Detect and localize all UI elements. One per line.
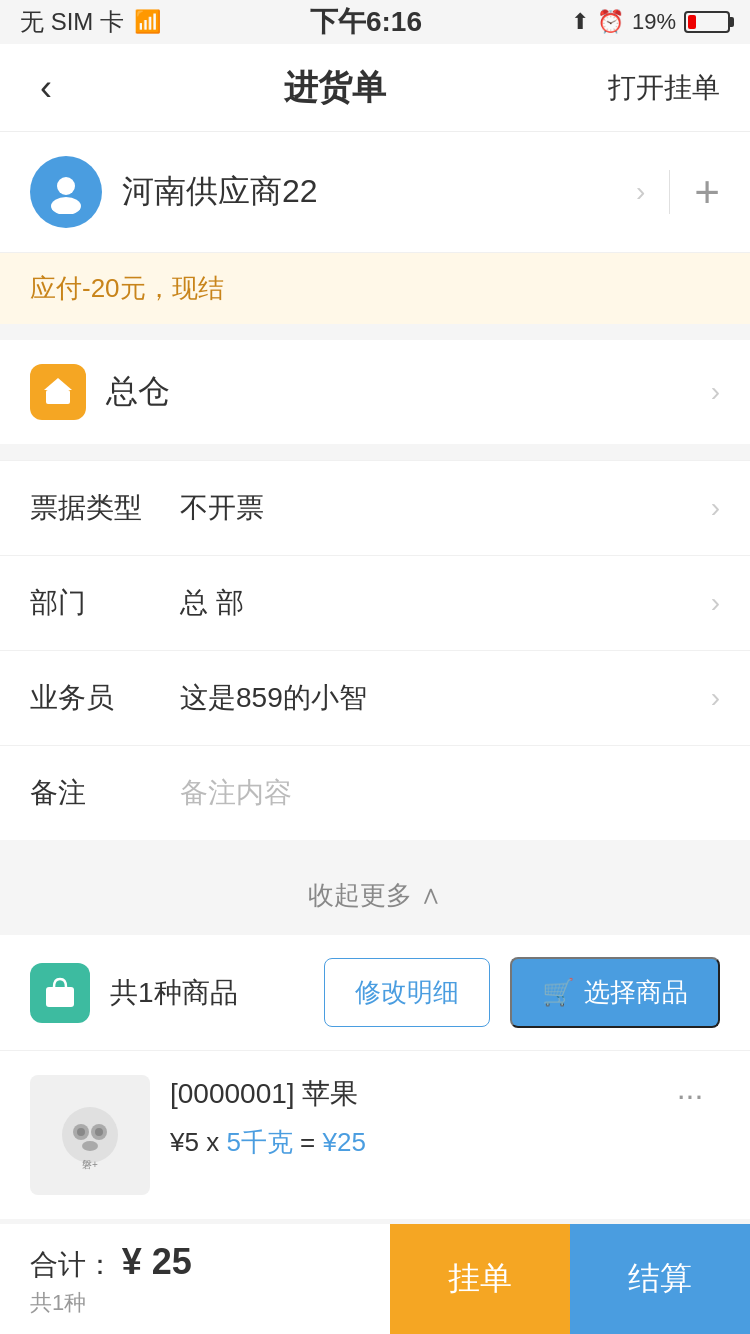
nav-bar: ‹ 进货单 打开挂单	[0, 44, 750, 132]
svg-point-5	[62, 1107, 118, 1163]
svg-point-9	[95, 1128, 103, 1136]
remark-row[interactable]: 备注 备注内容	[0, 745, 750, 840]
svg-point-10	[82, 1141, 98, 1151]
status-time: 下午6:16	[310, 3, 422, 41]
svg-point-1	[51, 197, 81, 214]
warehouse-row[interactable]: 总仓 ›	[0, 340, 750, 444]
department-label: 部门	[30, 584, 170, 622]
product-count: 共1种商品	[110, 974, 304, 1012]
salesman-value: 这是859的小智	[170, 679, 711, 717]
main-content: 河南供应商22 › + 应付-20元，现结 总仓 › 票据类型 不开票 ›	[0, 132, 750, 1334]
svg-text:磐+: 磐+	[82, 1159, 98, 1170]
page-title: 进货单	[284, 65, 386, 111]
product-header: 共1种商品 修改明细 🛒 选择商品	[0, 935, 750, 1050]
total-amount: ¥ 25	[122, 1241, 192, 1282]
svg-rect-4	[46, 987, 74, 1007]
department-value: 总 部	[170, 584, 711, 622]
item-count: 共1种	[30, 1288, 360, 1318]
product-info: [0000001] 苹果 ¥5 x 5千克 = ¥25	[170, 1075, 640, 1160]
invoice-row[interactable]: 票据类型 不开票 ›	[0, 460, 750, 555]
status-right: ⬆ ⏰ 19%	[571, 9, 730, 35]
invoice-value: 不开票	[170, 489, 711, 527]
collapse-bar[interactable]: 收起更多 ∧	[0, 856, 750, 935]
salesman-row[interactable]: 业务员 这是859的小智 ›	[0, 650, 750, 745]
product-card: 共1种商品 修改明细 🛒 选择商品 磐+	[0, 935, 750, 1219]
product-more-button[interactable]: ···	[660, 1075, 720, 1115]
select-product-label: 选择商品	[584, 975, 688, 1010]
supplier-name: 河南供应商22	[122, 170, 636, 214]
location-icon: ⬆	[571, 9, 589, 35]
status-bar: 无 SIM 卡 📶 下午6:16 ⬆ ⏰ 19%	[0, 0, 750, 44]
remark-label: 备注	[30, 774, 170, 812]
hang-button[interactable]: 挂单	[390, 1224, 570, 1334]
supplier-row[interactable]: 河南供应商22 › +	[0, 132, 750, 253]
bottom-bar: 合计： ¥ 25 共1种 挂单 结算	[0, 1224, 750, 1334]
status-left: 无 SIM 卡 📶	[20, 6, 161, 38]
warehouse-svg	[42, 376, 74, 408]
form-card: 票据类型 不开票 › 部门 总 部 › 业务员 这是859的小智 › 备注 备注…	[0, 460, 750, 840]
select-product-button[interactable]: 🛒 选择商品	[510, 957, 720, 1028]
open-hang-button[interactable]: 打开挂单	[608, 69, 720, 107]
chevron-right-icon: ›	[711, 376, 720, 408]
chevron-right-icon: ›	[636, 176, 645, 208]
warehouse-card[interactable]: 总仓 ›	[0, 340, 750, 444]
divider	[669, 170, 670, 214]
user-icon	[44, 170, 88, 214]
chevron-right-icon: ›	[711, 587, 720, 619]
svg-point-8	[77, 1128, 85, 1136]
supplier-card: 河南供应商22 › + 应付-20元，现结	[0, 132, 750, 324]
owl-logo: 磐+	[55, 1100, 125, 1170]
select-cart-icon: 🛒	[542, 977, 574, 1008]
supplier-avatar	[30, 156, 102, 228]
salesman-label: 业务员	[30, 679, 170, 717]
wifi-icon: 📶	[134, 9, 161, 35]
remark-input[interactable]: 备注内容	[170, 774, 720, 812]
add-supplier-button[interactable]: +	[694, 170, 720, 214]
checkout-button[interactable]: 结算	[570, 1224, 750, 1334]
product-name: [0000001] 苹果	[170, 1075, 640, 1113]
modify-detail-button[interactable]: 修改明细	[324, 958, 490, 1027]
svg-marker-3	[44, 378, 72, 390]
notice-bar: 应付-20元，现结	[0, 253, 750, 324]
total-label: 合计： ¥ 25	[30, 1241, 360, 1284]
summary-area: 合计： ¥ 25 共1种	[0, 1224, 390, 1334]
carrier-label: 无 SIM 卡	[20, 6, 124, 38]
svg-point-0	[57, 177, 75, 195]
product-price: ¥5 x 5千克 = ¥25	[170, 1125, 640, 1160]
invoice-label: 票据类型	[30, 489, 170, 527]
product-icon	[30, 963, 90, 1023]
warehouse-icon	[30, 364, 86, 420]
svg-rect-2	[46, 390, 70, 404]
product-thumbnail: 磐+	[30, 1075, 150, 1195]
battery-percent: 19%	[632, 9, 676, 35]
bag-icon	[42, 975, 78, 1011]
department-row[interactable]: 部门 总 部 ›	[0, 555, 750, 650]
chevron-right-icon: ›	[711, 492, 720, 524]
product-item: 磐+ [0000001] 苹果 ¥5 x 5千克 = ¥25 ···	[0, 1050, 750, 1219]
collapse-label: 收起更多 ∧	[308, 878, 441, 913]
battery-icon	[684, 11, 730, 33]
warehouse-name: 总仓	[106, 370, 711, 414]
chevron-right-icon: ›	[711, 682, 720, 714]
back-button[interactable]: ‹	[30, 57, 62, 119]
alarm-icon: ⏰	[597, 9, 624, 35]
